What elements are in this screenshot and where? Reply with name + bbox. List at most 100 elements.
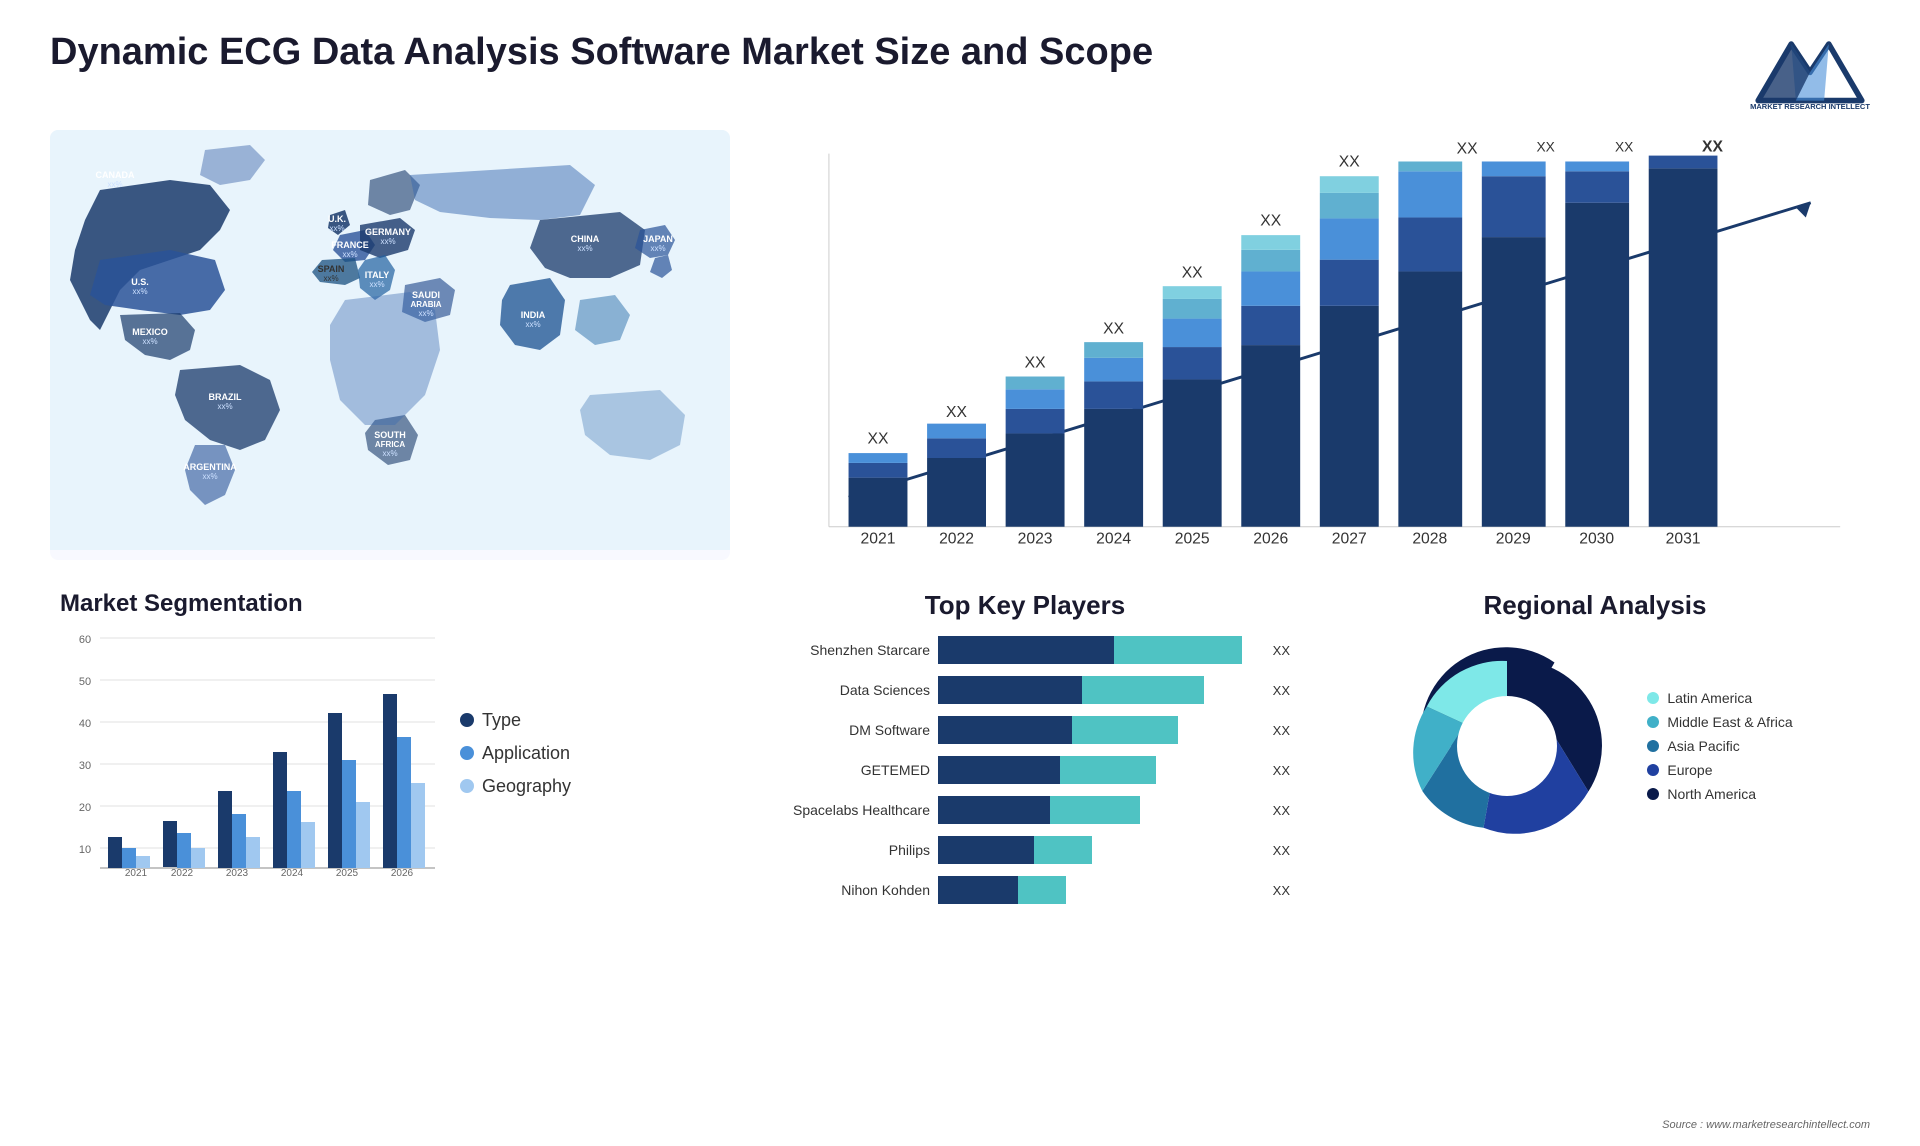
legend-type: Type	[460, 710, 571, 731]
legend-mea: Middle East & Africa	[1647, 714, 1792, 730]
svg-text:XX: XX	[1457, 141, 1478, 158]
svg-text:2027: 2027	[1332, 530, 1367, 547]
player-row: Data Sciences XX	[760, 676, 1290, 704]
svg-text:xx%: xx%	[142, 337, 157, 346]
svg-text:2025: 2025	[336, 868, 359, 878]
legend-dot-north-america	[1647, 788, 1659, 800]
chart-section: 2021 XX 2022 XX 2023 XX	[750, 130, 1870, 560]
regional-legend: Latin America Middle East & Africa Asia …	[1647, 690, 1792, 802]
svg-text:2031: 2031	[1666, 530, 1701, 547]
player-value: XX	[1273, 803, 1290, 818]
svg-text:MEXICO: MEXICO	[132, 327, 168, 337]
player-bar	[938, 836, 1259, 864]
legend-latin-america: Latin America	[1647, 690, 1792, 706]
svg-text:60: 60	[79, 634, 91, 646]
svg-text:U.S.: U.S.	[131, 277, 149, 287]
player-value: XX	[1273, 683, 1290, 698]
svg-text:XX: XX	[1615, 140, 1633, 155]
legend-label-north-america: North America	[1667, 786, 1756, 802]
svg-text:xx%: xx%	[132, 287, 147, 296]
player-bar-dark	[938, 796, 1050, 824]
page-container: Dynamic ECG Data Analysis Software Marke…	[0, 0, 1920, 1146]
player-bar	[938, 756, 1259, 784]
svg-text:GERMANY: GERMANY	[365, 227, 411, 237]
svg-text:SPAIN: SPAIN	[318, 264, 345, 274]
world-map-svg: CANADA xx% U.S. xx% MEXICO xx% BRAZIL xx…	[50, 130, 730, 550]
player-row: GETEMED XX	[760, 756, 1290, 784]
player-name: Shenzhen Starcare	[760, 642, 930, 658]
player-bar	[938, 796, 1259, 824]
svg-text:xx%: xx%	[418, 309, 433, 318]
svg-text:BRAZIL: BRAZIL	[209, 392, 242, 402]
svg-text:2025: 2025	[1175, 530, 1210, 547]
svg-text:2026: 2026	[1253, 530, 1288, 547]
segmentation-legend: Type Application Geography	[460, 628, 571, 878]
player-bar-dark	[938, 636, 1114, 664]
legend-dot-latin-america	[1647, 692, 1659, 704]
svg-text:xx%: xx%	[217, 402, 232, 411]
svg-text:xx%: xx%	[342, 250, 357, 259]
legend-dot-europe	[1647, 764, 1659, 776]
svg-text:XX: XX	[1025, 355, 1046, 372]
legend-dot-geography	[460, 779, 474, 793]
svg-text:XX: XX	[1260, 212, 1281, 229]
legend-dot-asia-pacific	[1647, 740, 1659, 752]
player-value: XX	[1273, 763, 1290, 778]
legend-label-type: Type	[482, 710, 521, 731]
bottom-right: Top Key Players Shenzhen Starcare XX Dat…	[750, 580, 1870, 1126]
player-bar	[938, 676, 1259, 704]
svg-text:2026: 2026	[391, 868, 414, 878]
regional-section: Regional Analysis	[1320, 580, 1870, 1126]
svg-text:30: 30	[79, 760, 91, 772]
segmentation-chart-container: 60 50 40 30 20 10	[60, 628, 720, 878]
legend-label-latin-america: Latin America	[1667, 690, 1752, 706]
legend-label-geography: Geography	[482, 776, 571, 797]
svg-text:2029: 2029	[1496, 530, 1531, 547]
svg-text:2023: 2023	[226, 868, 249, 878]
svg-text:XX: XX	[1103, 320, 1124, 337]
svg-text:2022: 2022	[171, 868, 194, 878]
svg-text:XX: XX	[1339, 153, 1360, 170]
svg-text:xx%: xx%	[369, 280, 384, 289]
svg-text:xx%: xx%	[650, 244, 665, 253]
player-name: Data Sciences	[760, 682, 930, 698]
main-content: CANADA xx% U.S. xx% MEXICO xx% BRAZIL xx…	[50, 130, 1870, 1126]
player-bar-dark	[938, 876, 1018, 904]
segmentation-svg: 60 50 40 30 20 10	[60, 628, 440, 878]
svg-text:2022: 2022	[939, 530, 974, 547]
svg-text:2023: 2023	[1018, 530, 1053, 547]
player-value: XX	[1273, 643, 1290, 658]
svg-text:2021: 2021	[125, 868, 148, 878]
svg-text:2021: 2021	[861, 530, 896, 547]
player-row: Shenzhen Starcare XX	[760, 636, 1290, 664]
map-section: CANADA xx% U.S. xx% MEXICO xx% BRAZIL xx…	[50, 130, 730, 560]
svg-text:XX: XX	[946, 404, 967, 421]
svg-text:xx%: xx%	[525, 320, 540, 329]
player-bar-light	[1072, 716, 1178, 744]
legend-label-mea: Middle East & Africa	[1667, 714, 1792, 730]
player-bar-light	[1114, 636, 1242, 664]
svg-text:U.K.: U.K.	[328, 214, 346, 224]
player-bar-light	[1082, 676, 1204, 704]
segmentation-title: Market Segmentation	[60, 590, 720, 618]
bar-chart-svg: 2021 XX 2022 XX 2023 XX	[770, 140, 1850, 560]
legend-asia-pacific: Asia Pacific	[1647, 738, 1792, 754]
player-value: XX	[1273, 723, 1290, 738]
legend-label-asia-pacific: Asia Pacific	[1667, 738, 1739, 754]
player-bar	[938, 876, 1259, 904]
player-name: Philips	[760, 842, 930, 858]
player-bar-light	[1060, 756, 1156, 784]
svg-text:xx%: xx%	[107, 180, 122, 189]
legend-application: Application	[460, 743, 571, 764]
bottom-section: Market Segmentation 60 50 40 30 20 10	[50, 580, 730, 1126]
svg-text:XX: XX	[868, 430, 889, 447]
legend-europe: Europe	[1647, 762, 1792, 778]
player-bar-light	[1050, 796, 1140, 824]
svg-text:xx%: xx%	[202, 472, 217, 481]
svg-text:50: 50	[79, 676, 91, 688]
svg-text:INDIA: INDIA	[521, 310, 546, 320]
regional-title: Regional Analysis	[1484, 590, 1707, 621]
logo: MARKET RESEARCH INTELLECT	[1750, 30, 1870, 110]
legend-dot-type	[460, 713, 474, 727]
player-bar-dark	[938, 756, 1060, 784]
